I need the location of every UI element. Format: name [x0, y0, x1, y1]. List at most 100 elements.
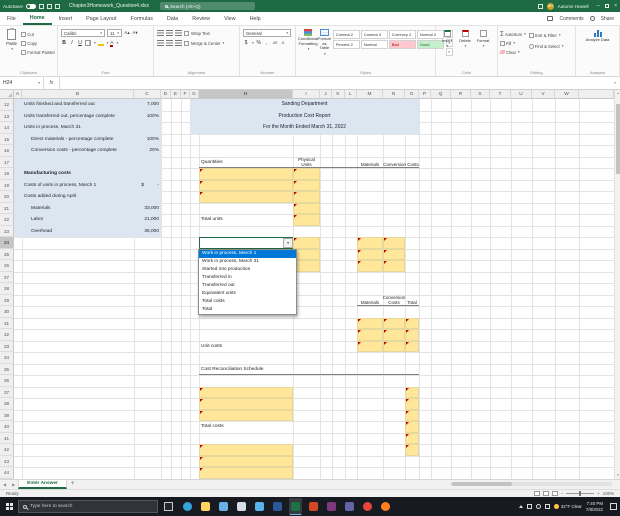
answer-cell-N33[interactable] [383, 340, 405, 352]
dropdown-arrow-button[interactable]: ▼ [283, 237, 293, 248]
row-header-32[interactable]: 32 [0, 329, 14, 341]
row-header-28[interactable]: 28 [0, 283, 14, 295]
row-header-21[interactable]: 21 [0, 202, 14, 214]
ribbon-tab-file[interactable]: File [0, 12, 23, 25]
tray-chevron-icon[interactable] [518, 505, 523, 508]
ribbon-tab-review[interactable]: Review [185, 12, 217, 25]
notification-center-button[interactable] [610, 503, 617, 510]
zoom-in-icon[interactable]: + [597, 491, 600, 496]
answer-cell-O39[interactable] [405, 409, 419, 421]
row-header-30[interactable]: 30 [0, 306, 14, 318]
answer-cell-O38[interactable] [405, 398, 419, 410]
column-header-I[interactable]: I [293, 90, 320, 99]
column-header-H[interactable]: H [199, 90, 293, 99]
row-header-34[interactable]: 34 [0, 352, 14, 364]
report-subtitle[interactable]: Production Cost Report [190, 111, 419, 123]
row-header-40[interactable]: 40 [0, 421, 14, 433]
cut-button[interactable]: Cut [21, 31, 55, 38]
column-header-M[interactable]: M [357, 90, 383, 99]
answer-cell-H37[interactable] [199, 386, 293, 398]
comments-button[interactable]: Comments [559, 16, 583, 22]
left-table-value-row19[interactable]: $ - [134, 180, 161, 192]
cell-style-chip[interactable]: Normal [360, 40, 388, 49]
answer-cell-O40[interactable] [405, 421, 419, 433]
normal-view-icon[interactable] [533, 491, 540, 496]
answer-cell-I22[interactable] [293, 214, 320, 226]
answer-cell-N26[interactable] [383, 260, 405, 272]
delete-cells-button[interactable]: Delete ▾ [456, 28, 474, 67]
left-table-value-row13[interactable]: 100% [134, 111, 161, 123]
answer-cell-H44[interactable] [199, 467, 293, 479]
left-table-value-row17[interactable] [134, 157, 161, 169]
row-header-18[interactable]: 18 [0, 168, 14, 180]
answer-cell-M26[interactable] [357, 260, 383, 272]
left-table-label-row12[interactable]: Units finished and transferred out [22, 99, 134, 111]
column-header-physical-units[interactable]: Physical Units [293, 145, 320, 168]
sheet-tab-enter-answer[interactable]: Enter Answer [18, 479, 67, 489]
clear-button[interactable]: Clear ▾ [499, 48, 526, 56]
decrease-font-size-icon[interactable]: A▾ [132, 29, 138, 37]
scroll-up-icon[interactable]: ▲ [615, 90, 620, 97]
row-header-33[interactable]: 33 [0, 340, 14, 352]
answer-cell-I20[interactable] [293, 191, 320, 203]
row-header-20[interactable]: 20 [0, 191, 14, 203]
paste-button[interactable]: Paste ▾ [2, 28, 21, 67]
horizontal-scroll-thumb[interactable] [452, 482, 512, 487]
answer-cell-I21[interactable] [293, 202, 320, 214]
percent-style-icon[interactable]: % [256, 39, 262, 47]
cell-style-chip[interactable]: Currency 2 [388, 30, 416, 39]
answer-cell-H43[interactable] [199, 455, 293, 467]
row-header-16[interactable]: 16 [0, 145, 14, 157]
decrease-decimal-icon[interactable]: .0 [280, 39, 286, 47]
answer-cell-I25[interactable] [293, 248, 320, 260]
taskbar-search[interactable]: Type here to search [18, 500, 158, 513]
column-header-Q[interactable]: Q [431, 90, 451, 99]
unit-costs-label[interactable]: Unit costs [199, 341, 293, 353]
column-header-T[interactable]: T [490, 90, 511, 99]
zoom-slider[interactable] [566, 491, 595, 496]
row-header-19[interactable]: 19 [0, 179, 14, 191]
answer-cell-I26[interactable] [293, 260, 320, 272]
align-middle-icon[interactable] [166, 30, 173, 36]
user-name[interactable]: Autumn Howell [558, 4, 589, 9]
left-table-label-row16[interactable]: Conversion costs - percentage complete [22, 145, 134, 157]
column-header-B[interactable]: B [22, 90, 134, 99]
page-layout-view-icon[interactable] [542, 491, 549, 496]
dropdown-option[interactable]: Total [199, 306, 296, 314]
answer-cell-M25[interactable] [357, 248, 383, 260]
column-header-L[interactable]: L [345, 90, 357, 99]
taskbar-app-edge[interactable] [181, 498, 194, 515]
formula-input[interactable] [60, 77, 610, 89]
column-header-O[interactable]: O [405, 90, 419, 99]
align-right-icon[interactable] [175, 40, 182, 46]
comma-style-icon[interactable]: , [264, 39, 270, 47]
row-header-43[interactable]: 43 [0, 455, 14, 467]
answer-cell-H20[interactable] [199, 191, 293, 203]
dropdown-option[interactable]: Work in process, March 31 [199, 258, 296, 266]
merge-center-button[interactable]: Merge & Center ▾ [191, 40, 224, 47]
left-table-label-row13[interactable]: Units transferred out, percentage comple… [22, 111, 134, 123]
column-header-E[interactable]: E [171, 90, 181, 99]
row-header-14[interactable]: 14 [0, 122, 14, 134]
answer-cell-M24[interactable] [357, 237, 383, 249]
column-header-D[interactable]: D [161, 90, 171, 99]
font-size-select[interactable]: 11 ▾ [107, 29, 122, 37]
dropdown-option[interactable]: Work in process, March 1 [199, 249, 296, 258]
page-break-view-icon[interactable] [551, 491, 558, 496]
left-table-value-row14[interactable] [134, 122, 161, 134]
report-title[interactable]: Sanding Department [190, 99, 419, 111]
answer-cell-H42[interactable] [199, 444, 293, 456]
borders-icon[interactable] [85, 40, 91, 46]
left-table-value-row15[interactable]: 100% [134, 134, 161, 146]
answer-cell-M32[interactable] [357, 329, 383, 341]
name-box[interactable]: H24 ▾ [0, 77, 44, 89]
answer-cell-H38[interactable] [199, 398, 293, 410]
align-left-icon[interactable] [157, 40, 164, 46]
align-center-icon[interactable] [166, 40, 173, 46]
format-painter-button[interactable]: Format Painter [21, 49, 55, 56]
answer-cell-H18[interactable] [199, 168, 293, 180]
left-table-value-row18[interactable] [134, 168, 161, 180]
ribbon-tab-view[interactable]: View [217, 12, 243, 25]
cell-style-chip[interactable]: Comma 3 [360, 30, 388, 39]
left-table-value-row16[interactable]: 20% [134, 145, 161, 157]
